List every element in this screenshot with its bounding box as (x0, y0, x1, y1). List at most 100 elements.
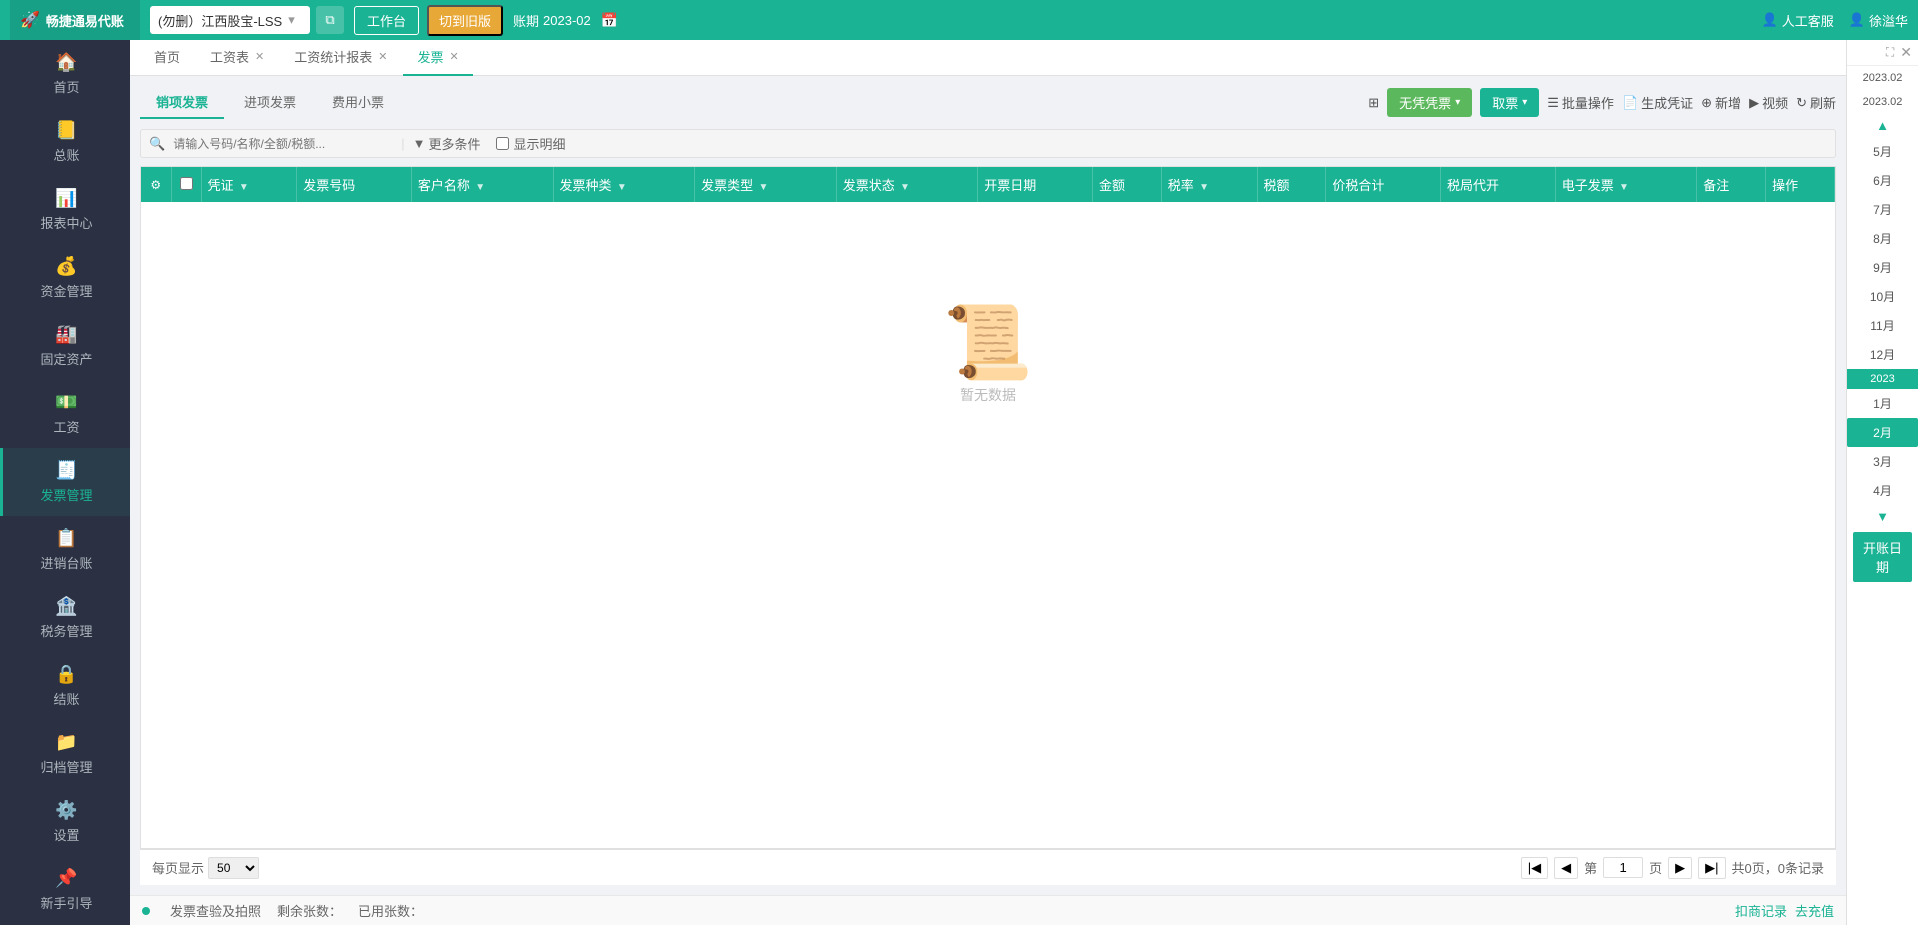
date-item-7[interactable]: 7月 (1847, 195, 1918, 224)
tab-wage[interactable]: 工资表 ✕ (196, 40, 278, 76)
switch-version-button[interactable]: 切到旧版 (427, 5, 503, 36)
sidebar-item-payroll[interactable]: 💵 工资 (0, 380, 130, 448)
company-selector[interactable]: (勿删）江西股宝-LSS ▾ (150, 6, 310, 34)
get-invoice-button[interactable]: 取票 ▾ (1480, 88, 1539, 117)
sidebar-item-label: 发票管理 (40, 485, 92, 504)
voucher-filter-icon[interactable]: ▼ (239, 182, 249, 193)
bottom-bar: 每页显示 50 10 20 100 |◀ ◀ 第 页 ▶ ▶| (140, 849, 1836, 885)
date-item-2023-2[interactable]: 2月 (1847, 418, 1918, 447)
date-item-9[interactable]: 9月 (1847, 253, 1918, 282)
prev-page-button[interactable]: ◀ (1554, 857, 1578, 879)
sidebar-item-guide[interactable]: 📌 新手引导 (0, 856, 130, 924)
sidebar-item-invoices[interactable]: 🧾 发票管理 (0, 448, 130, 516)
sub-tab-expense-receipt[interactable]: 费用小票 (316, 86, 400, 119)
date-panel-expand-icon[interactable]: ⛶ (1886, 45, 1894, 60)
type-filter-icon[interactable]: ▼ (617, 182, 627, 193)
tab-invoice-close-icon[interactable]: ✕ (450, 50, 459, 63)
tab-invoice[interactable]: 发票 ✕ (403, 40, 472, 76)
batch-icon: ☰ (1547, 95, 1559, 111)
taxrate-filter-icon[interactable]: ▼ (1199, 182, 1209, 193)
per-page-info: 每页显示 50 10 20 100 (152, 857, 259, 879)
status-filter-icon[interactable]: ▼ (900, 182, 910, 193)
sub-tab-sales-invoice[interactable]: 销项发票 (140, 86, 224, 119)
col-checkbox[interactable] (171, 167, 201, 202)
grid-view-button[interactable]: ⊞ (1368, 95, 1379, 111)
fixed-assets-icon: 🏭 (55, 324, 77, 345)
sidebar-item-funds[interactable]: 💰 资金管理 (0, 244, 130, 312)
copy-button[interactable]: ⧉ (316, 6, 344, 34)
date-item-8[interactable]: 8月 (1847, 224, 1918, 253)
einvoice-filter-icon[interactable]: ▼ (1619, 182, 1629, 193)
category-filter-icon[interactable]: ▼ (758, 182, 768, 193)
col-invoice-status: 发票状态 ▼ (836, 167, 978, 202)
sidebar-item-sales-ledger[interactable]: 📋 进销台账 (0, 516, 130, 584)
detail-checkbox[interactable] (496, 137, 509, 150)
tab-wage-stats[interactable]: 工资统计报表 ✕ (280, 40, 401, 76)
sidebar-item-label: 首页 (53, 77, 79, 96)
year-2023-label[interactable]: 2023 (1847, 369, 1918, 389)
sidebar-item-label: 资金管理 (40, 281, 92, 300)
date-item-6[interactable]: 6月 (1847, 166, 1918, 195)
invoice-page-content: 销项发票 进项发票 费用小票 ⊞ 无凭凭票 ▾ (130, 76, 1846, 895)
batch-ops-button[interactable]: ☰ 批量操作 (1547, 93, 1614, 112)
tab-wage-stats-close-icon[interactable]: ✕ (378, 50, 387, 63)
sidebar-item-general-ledger[interactable]: 📒 总账 (0, 108, 130, 176)
refresh-button[interactable]: ↻ 刷新 (1796, 93, 1836, 112)
sidebar-item-archive[interactable]: 📁 归档管理 (0, 720, 130, 788)
date-item-2023-4[interactable]: 4月 (1847, 476, 1918, 505)
date-item-12[interactable]: 12月 (1847, 340, 1918, 369)
date-panel-close-icon[interactable]: ✕ (1900, 44, 1912, 61)
search-input[interactable] (173, 137, 393, 151)
date-item-2023-02-a[interactable]: 2023.02 (1847, 66, 1918, 90)
sidebar: 🏠 首页 📒 总账 📊 报表中心 💰 资金管理 🏭 固定资产 💵 工资 🧾 发票… (0, 40, 130, 925)
new-button[interactable]: ⊕ 新增 (1701, 93, 1741, 112)
header-right: 👤 人工客服 👤 徐溢华 (1762, 11, 1908, 30)
more-conditions-button[interactable]: ▼ 更多条件 (413, 134, 481, 153)
customer-filter-icon[interactable]: ▼ (475, 182, 485, 193)
tab-wage-close-icon[interactable]: ✕ (255, 50, 264, 63)
toolbar-right: ⊞ 无凭凭票 ▾ 取票 ▾ ☰ 批量操作 📄 (1368, 88, 1836, 117)
sidebar-item-settings[interactable]: ⚙️ 设置 (0, 788, 130, 856)
refresh-icon: ↻ (1796, 95, 1807, 111)
video-button[interactable]: ▶ 视频 (1749, 93, 1788, 112)
select-all-checkbox[interactable] (180, 177, 193, 190)
generate-voucher-button[interactable]: 📄 生成凭证 (1622, 93, 1693, 112)
date-scroll-up-icon[interactable]: ▲ (1847, 114, 1918, 137)
main-layout: 🏠 首页 📒 总账 📊 报表中心 💰 资金管理 🏭 固定资产 💵 工资 🧾 发票… (0, 40, 1918, 925)
sidebar-item-fixed-assets[interactable]: 🏭 固定资产 (0, 312, 130, 380)
tab-home[interactable]: 首页 (140, 40, 194, 76)
user-avatar[interactable]: 👤 徐溢华 (1849, 11, 1908, 30)
date-item-2023-1[interactable]: 1月 (1847, 389, 1918, 418)
first-page-button[interactable]: |◀ (1521, 857, 1548, 879)
sidebar-item-reports[interactable]: 📊 报表中心 (0, 176, 130, 244)
date-item-5[interactable]: 5月 (1847, 137, 1918, 166)
support-button[interactable]: 👤 人工客服 (1762, 11, 1834, 30)
recharge-link[interactable]: 去充值 (1795, 901, 1834, 920)
deduct-record-link[interactable]: 扣商记录 (1735, 901, 1787, 920)
sub-tab-purchase-invoice[interactable]: 进项发票 (228, 86, 312, 119)
footer-links: 扣商记录 去充值 (1735, 901, 1834, 920)
date-item-2023-3[interactable]: 3月 (1847, 447, 1918, 476)
date-item-11[interactable]: 11月 (1847, 311, 1918, 340)
page-input[interactable] (1603, 857, 1643, 878)
per-page-select[interactable]: 50 10 20 100 (208, 857, 259, 879)
period-calendar-icon[interactable]: 📅 (601, 12, 618, 29)
date-panel-header: ⛶ ✕ (1847, 40, 1918, 66)
col-settings[interactable]: ⚙ (141, 167, 171, 202)
date-item-10[interactable]: 10月 (1847, 282, 1918, 311)
sidebar-item-close[interactable]: 🔒 结账 (0, 652, 130, 720)
next-page-button[interactable]: ▶ (1668, 857, 1692, 879)
show-detail-checkbox[interactable]: 显示明细 (496, 134, 565, 153)
last-page-button[interactable]: ▶| (1698, 857, 1725, 879)
workspace-button[interactable]: 工作台 (354, 6, 419, 35)
date-scroll-down-icon[interactable]: ▼ (1847, 505, 1918, 528)
archive-icon: 📁 (55, 732, 77, 753)
tab-invoice-label: 发票 (417, 47, 443, 66)
no-voucher-button[interactable]: 无凭凭票 ▾ (1387, 88, 1472, 117)
empty-illustration: 📜 (943, 300, 1033, 385)
sidebar-item-tax[interactable]: 🏦 税务管理 (0, 584, 130, 652)
sidebar-item-home[interactable]: 🏠 首页 (0, 40, 130, 108)
open-period-button[interactable]: 开账日期 (1853, 532, 1912, 582)
tab-wage-stats-label: 工资统计报表 (294, 47, 372, 66)
date-item-2023-02-b[interactable]: 2023.02 (1847, 90, 1918, 114)
